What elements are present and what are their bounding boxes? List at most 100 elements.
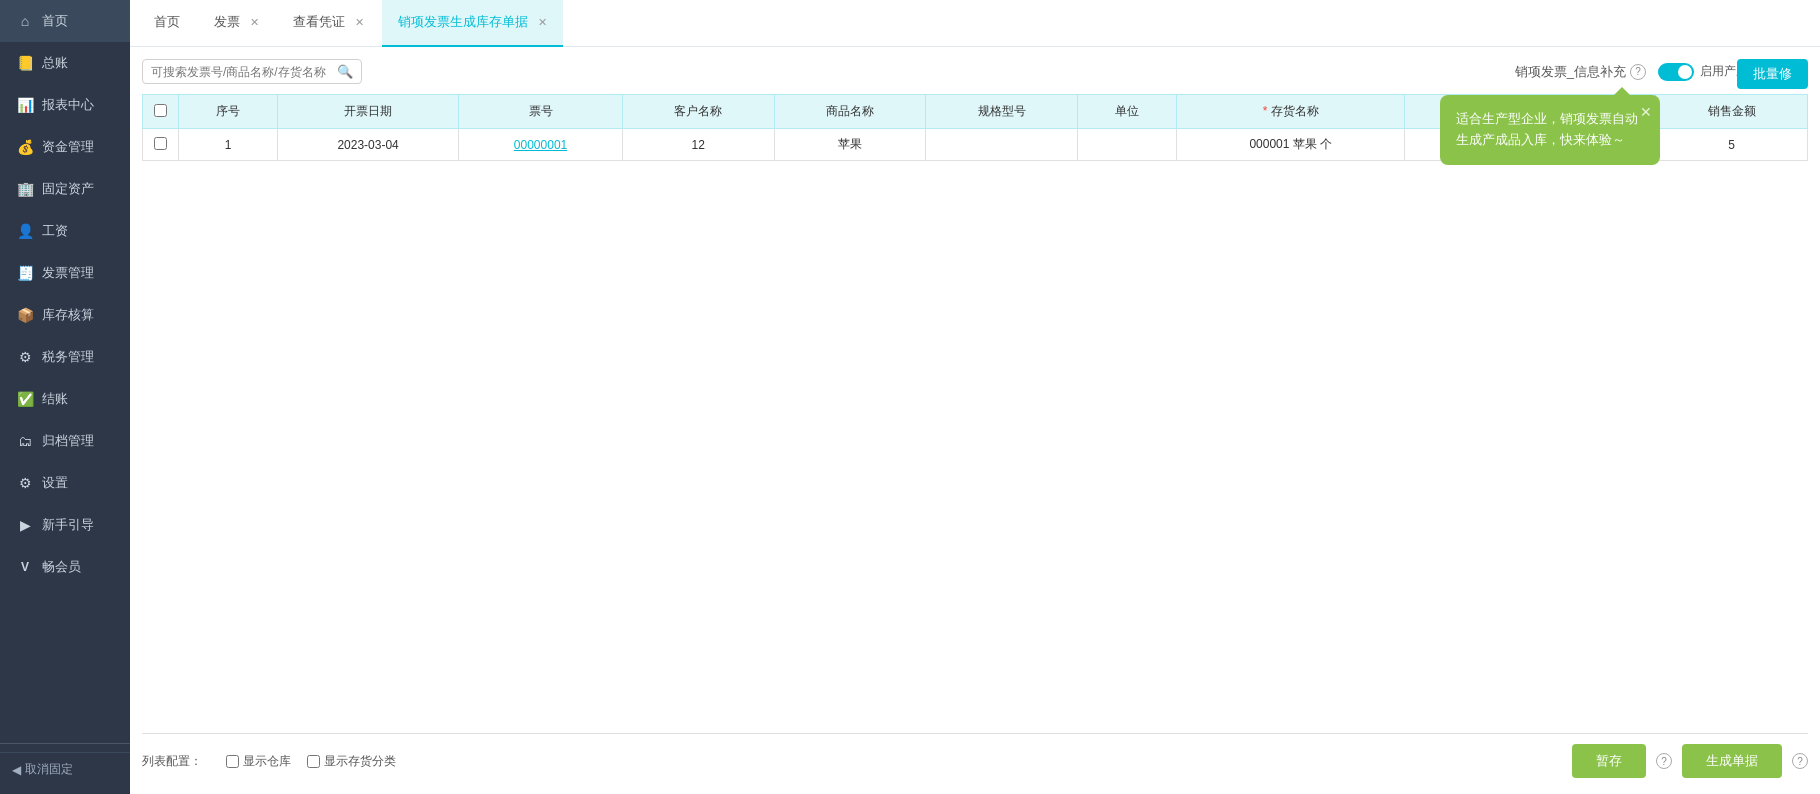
- col-unit: 单位: [1078, 95, 1177, 129]
- tooltip-text: 适合生产型企业，销项发票自动生成产成品入库，快来体验～: [1456, 111, 1638, 147]
- info-label-text: 销项发票_信息补充: [1515, 63, 1626, 81]
- invoice-mgmt-icon: 🧾: [16, 265, 34, 281]
- row-spec: [926, 129, 1078, 161]
- col-date: 开票日期: [277, 95, 458, 129]
- assets-icon: 🏢: [16, 181, 34, 197]
- settle-icon: ✅: [16, 391, 34, 407]
- tab-sales-inventory-close[interactable]: ✕: [538, 17, 547, 28]
- sidebar-label-invoice-mgmt: 发票管理: [42, 264, 94, 282]
- sidebar-item-archive[interactable]: 🗂 归档管理: [0, 420, 130, 462]
- cancel-fixed-icon: ◀: [12, 763, 21, 777]
- sidebar-item-settle[interactable]: ✅ 结账: [0, 378, 130, 420]
- sidebar-label-archive: 归档管理: [42, 432, 94, 450]
- sidebar-item-vip[interactable]: V 畅会员: [0, 546, 130, 588]
- sidebar-label-home: 首页: [42, 12, 68, 30]
- toggle-knob: [1678, 65, 1692, 79]
- generate-info-icon[interactable]: ?: [1792, 753, 1808, 769]
- toolbar-right: 销项发票_信息补充 ? 启用产成品自动入库 批量修: [1515, 63, 1808, 81]
- sidebar-item-report[interactable]: 📊 报表中心: [0, 84, 130, 126]
- auto-warehouse-toggle[interactable]: [1658, 63, 1694, 81]
- col-customer: 客户名称: [622, 95, 774, 129]
- sidebar-label-guide: 新手引导: [42, 516, 94, 534]
- sidebar-label-tax: 税务管理: [42, 348, 94, 366]
- sidebar-item-guide[interactable]: ▶ 新手引导: [0, 504, 130, 546]
- sidebar-item-payroll[interactable]: 👤 工资: [0, 210, 130, 252]
- sidebar-item-home[interactable]: ⌂ 首页: [0, 0, 130, 42]
- sidebar-item-assets[interactable]: 🏢 固定资产: [0, 168, 130, 210]
- search-input[interactable]: [151, 65, 331, 79]
- show-warehouse-label: 显示仓库: [243, 753, 291, 770]
- sidebar-label-payroll: 工资: [42, 222, 68, 240]
- row-inventory: 000001 苹果 个: [1177, 129, 1405, 161]
- sidebar-item-invoice-mgmt[interactable]: 🧾 发票管理: [0, 252, 130, 294]
- report-icon: 📊: [16, 97, 34, 113]
- sidebar-item-inventory[interactable]: 📦 库存核算: [0, 294, 130, 336]
- col-checkbox: [143, 95, 179, 129]
- sidebar-label-report: 报表中心: [42, 96, 94, 114]
- sidebar-label-funds: 资金管理: [42, 138, 94, 156]
- col-seq: 序号: [179, 95, 278, 129]
- tooltip-close-button[interactable]: ✕: [1640, 101, 1652, 123]
- info-label: 销项发票_信息补充 ?: [1515, 63, 1646, 81]
- sidebar-label-settle: 结账: [42, 390, 68, 408]
- row-checkbox: [143, 129, 179, 161]
- sidebar-label-inventory: 库存核算: [42, 306, 94, 324]
- ledger-icon: 📒: [16, 55, 34, 71]
- sidebar-bottom: ◀ 取消固定: [0, 743, 130, 794]
- show-category-checkbox[interactable]: 显示存货分类: [307, 753, 396, 770]
- tab-invoice[interactable]: 发票 ✕: [198, 0, 275, 47]
- row-date: 2023-03-04: [277, 129, 458, 161]
- sidebar-label-assets: 固定资产: [42, 180, 94, 198]
- tab-voucher[interactable]: 查看凭证 ✕: [277, 0, 380, 47]
- generate-button[interactable]: 生成单据: [1682, 744, 1782, 778]
- batch-button[interactable]: 批量修: [1737, 59, 1808, 89]
- funds-icon: 💰: [16, 139, 34, 155]
- sidebar-item-ledger[interactable]: 📒 总账: [0, 42, 130, 84]
- cancel-fixed-label: 取消固定: [25, 761, 73, 778]
- tab-home[interactable]: 首页: [138, 0, 196, 47]
- save-button[interactable]: 暂存: [1572, 744, 1646, 778]
- archive-icon: 🗂: [16, 433, 34, 449]
- select-all-checkbox[interactable]: [154, 104, 167, 117]
- sidebar: ⌂ 首页 📒 总账 📊 报表中心 💰 资金管理 🏢 固定资产 👤 工资 🧾 发票…: [0, 0, 130, 794]
- invoice-number-link[interactable]: 00000001: [514, 138, 567, 152]
- tab-voucher-label: 查看凭证: [293, 13, 345, 31]
- vip-icon: V: [16, 560, 34, 574]
- sidebar-label-vip: 畅会员: [42, 558, 81, 576]
- search-box[interactable]: 🔍: [142, 59, 362, 84]
- col-inventory: 存货名称: [1177, 95, 1405, 129]
- content-area: 🔍 销项发票_信息补充 ? 启用产成品自动入库 批量修 ✕ 适合: [130, 47, 1820, 794]
- sidebar-item-funds[interactable]: 💰 资金管理: [0, 126, 130, 168]
- tab-sales-inventory[interactable]: 销项发票生成库存单据 ✕: [382, 0, 563, 47]
- table-wrapper: 序号 开票日期 票号 客户名称 商品名称 规格型号 单位 存货名称 数量 销售单…: [142, 94, 1808, 733]
- guide-icon: ▶: [16, 517, 34, 533]
- sidebar-item-tax[interactable]: ⚙ 税务管理: [0, 336, 130, 378]
- row-seq: 1: [179, 129, 278, 161]
- list-config-label: 列表配置：: [142, 753, 202, 770]
- tab-invoice-close[interactable]: ✕: [250, 17, 259, 28]
- inventory-icon: 📦: [16, 307, 34, 323]
- row-amount: 5: [1656, 129, 1808, 161]
- col-goods: 商品名称: [774, 95, 926, 129]
- sidebar-label-ledger: 总账: [42, 54, 68, 72]
- toolbar: 🔍 销项发票_信息补充 ? 启用产成品自动入库 批量修: [142, 59, 1808, 84]
- cancel-fixed-button[interactable]: ◀ 取消固定: [0, 752, 130, 786]
- bottom-bar: 列表配置： 显示仓库 显示存货分类 暂存 ? 生成单据 ?: [142, 733, 1808, 782]
- sidebar-item-settings[interactable]: ⚙ 设置: [0, 462, 130, 504]
- tab-invoice-label: 发票: [214, 13, 240, 31]
- save-info-icon[interactable]: ?: [1656, 753, 1672, 769]
- info-icon[interactable]: ?: [1630, 64, 1646, 80]
- tab-home-label: 首页: [154, 13, 180, 31]
- settings-icon: ⚙: [16, 475, 34, 491]
- tab-sales-inventory-label: 销项发票生成库存单据: [398, 13, 528, 31]
- show-warehouse-checkbox[interactable]: 显示仓库: [226, 753, 291, 770]
- search-icon: 🔍: [337, 64, 353, 79]
- main-area: 首页 发票 ✕ 查看凭证 ✕ 销项发票生成库存单据 ✕ 🔍: [130, 0, 1820, 794]
- toolbar-left: 🔍: [142, 59, 362, 84]
- col-amount: 销售金额: [1656, 95, 1808, 129]
- tab-voucher-close[interactable]: ✕: [355, 17, 364, 28]
- row-select-checkbox[interactable]: [154, 137, 167, 150]
- home-icon: ⌂: [16, 13, 34, 29]
- row-number: 00000001: [459, 129, 623, 161]
- tooltip-popup: ✕ 适合生产型企业，销项发票自动生成产成品入库，快来体验～: [1440, 95, 1660, 165]
